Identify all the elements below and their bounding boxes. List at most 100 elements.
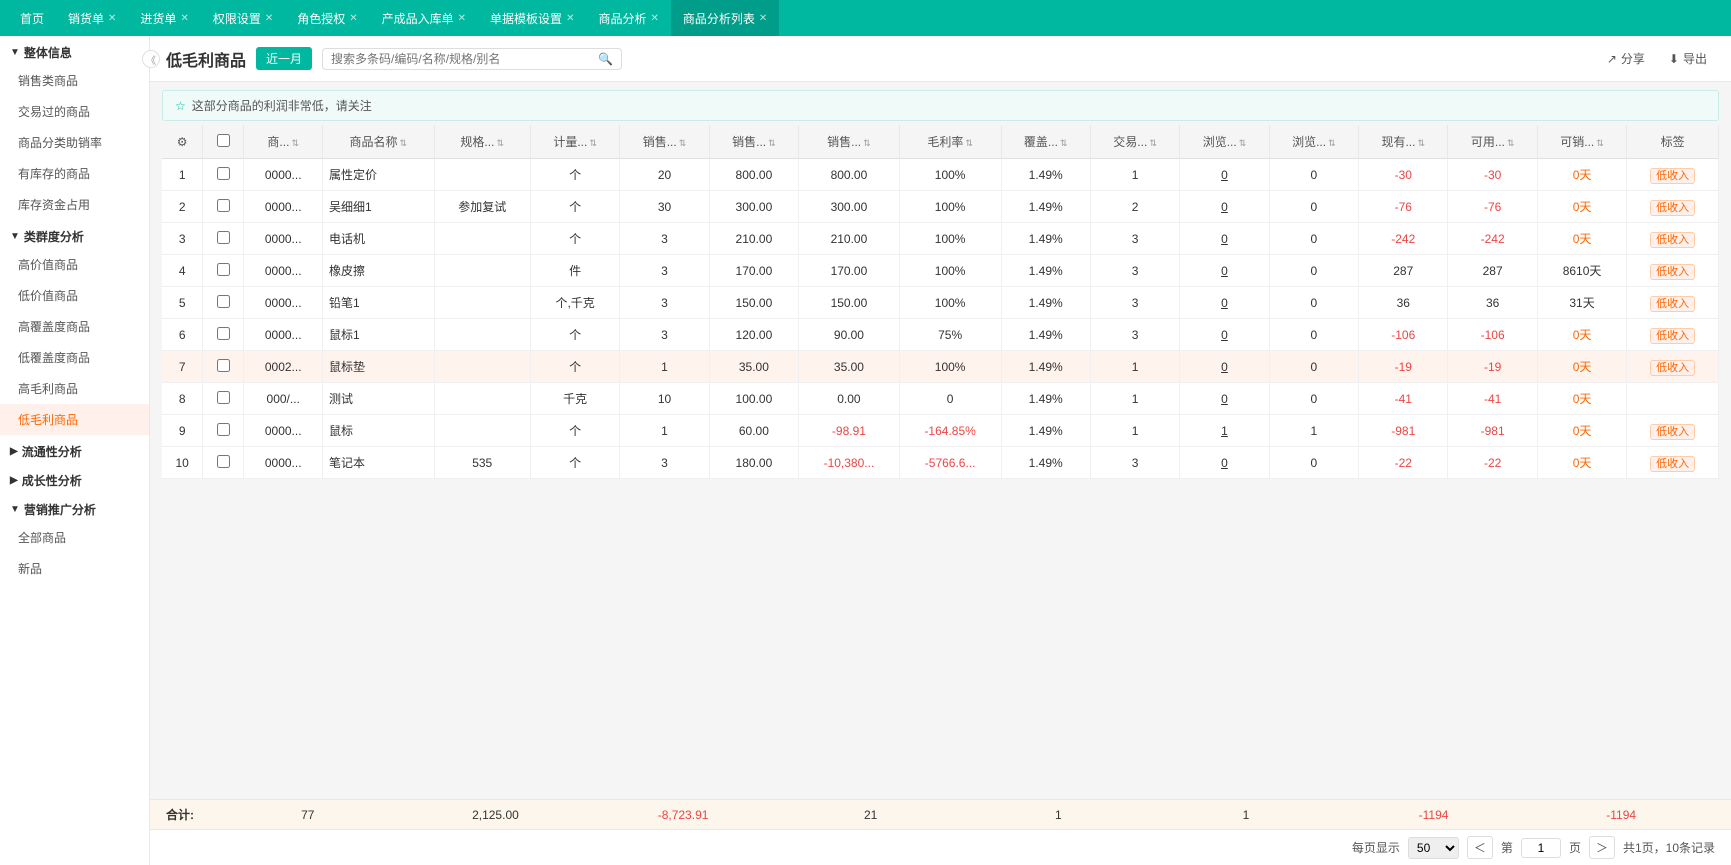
- sidebar-item-high-coverage[interactable]: 高覆盖度商品: [0, 311, 149, 342]
- search-box[interactable]: 🔍: [322, 48, 622, 70]
- view1-link[interactable]: 0: [1221, 456, 1228, 470]
- row-checkbox[interactable]: [203, 191, 244, 223]
- sidebar-item-all-goods[interactable]: 全部商品: [0, 522, 149, 553]
- col-settings[interactable]: ⚙: [162, 125, 203, 159]
- next-page-button[interactable]: ＞: [1589, 836, 1615, 859]
- sidebar-item-low-coverage[interactable]: 低覆盖度商品: [0, 342, 149, 373]
- per-page-select[interactable]: 50 20 100: [1408, 837, 1459, 859]
- table-container[interactable]: ⚙ 商...⇅ 商品名称⇅ 规格...⇅ 计量...⇅ 销售...⇅ 销售...…: [150, 125, 1731, 799]
- row-select-checkbox[interactable]: [217, 199, 230, 212]
- search-icon[interactable]: 🔍: [598, 52, 613, 66]
- row-view1[interactable]: 0: [1180, 191, 1269, 223]
- row-view1[interactable]: 0: [1180, 287, 1269, 319]
- col-view2[interactable]: 浏览...⇅: [1269, 125, 1358, 159]
- row-select-checkbox[interactable]: [217, 263, 230, 276]
- row-select-checkbox[interactable]: [217, 423, 230, 436]
- sidebar-group-growth[interactable]: ▶ 成长性分析: [0, 464, 149, 493]
- row-checkbox[interactable]: [203, 255, 244, 287]
- nav-item-roles[interactable]: 角色授权 ✕: [285, 0, 369, 36]
- nav-item-permissions[interactable]: 权限设置 ✕: [201, 0, 285, 36]
- row-select-checkbox[interactable]: [217, 295, 230, 308]
- nav-close-analysis[interactable]: ✕: [650, 13, 658, 24]
- page-input[interactable]: [1521, 838, 1561, 858]
- view1-link[interactable]: 0: [1221, 200, 1228, 214]
- col-coverage[interactable]: 覆盖...⇅: [1001, 125, 1090, 159]
- sidebar-item-high-value[interactable]: 高价值商品: [0, 249, 149, 280]
- nav-close-products[interactable]: ✕: [458, 13, 466, 24]
- view1-link[interactable]: 0: [1221, 360, 1228, 374]
- row-checkbox[interactable]: [203, 447, 244, 479]
- nav-item-purchase[interactable]: 进货单 ✕: [128, 0, 200, 36]
- row-view1[interactable]: 1: [1180, 415, 1269, 447]
- nav-item-analysis-list[interactable]: 商品分析列表 ✕: [671, 0, 779, 36]
- col-sale-qty[interactable]: 销售...⇅: [620, 125, 709, 159]
- sidebar-item-low-value[interactable]: 低价值商品: [0, 280, 149, 311]
- col-checkbox[interactable]: [203, 125, 244, 159]
- col-code[interactable]: 商...⇅: [244, 125, 323, 159]
- col-spec[interactable]: 规格...⇅: [434, 125, 530, 159]
- row-view1[interactable]: 0: [1180, 447, 1269, 479]
- nav-item-home[interactable]: 首页: [8, 0, 56, 36]
- sidebar-group-cluster[interactable]: ▼ 类群度分析: [0, 220, 149, 249]
- row-view1[interactable]: 0: [1180, 223, 1269, 255]
- sidebar-item-new-goods[interactable]: 新品: [0, 553, 149, 584]
- col-name[interactable]: 商品名称⇅: [322, 125, 434, 159]
- row-view1[interactable]: 0: [1180, 159, 1269, 191]
- col-gross-rate[interactable]: 毛利率⇅: [899, 125, 1001, 159]
- time-filter-button[interactable]: 近一月: [256, 47, 312, 70]
- nav-item-analysis[interactable]: 商品分析 ✕: [586, 0, 670, 36]
- nav-close-sales[interactable]: ✕: [108, 13, 116, 24]
- search-input[interactable]: [331, 52, 598, 66]
- row-select-checkbox[interactable]: [217, 391, 230, 404]
- share-button[interactable]: ↗ 分享: [1599, 46, 1653, 71]
- prev-page-button[interactable]: ＜: [1467, 836, 1493, 859]
- sidebar-group-marketing[interactable]: ▼ 营销推广分析: [0, 493, 149, 522]
- nav-item-templates[interactable]: 单据模板设置 ✕: [478, 0, 586, 36]
- col-sale-price[interactable]: 销售...⇅: [709, 125, 798, 159]
- row-checkbox[interactable]: [203, 159, 244, 191]
- row-checkbox[interactable]: [203, 319, 244, 351]
- sidebar-item-traded-goods[interactable]: 交易过的商品: [0, 96, 149, 127]
- sidebar-group-flow[interactable]: ▶ 流通性分析: [0, 435, 149, 464]
- row-checkbox[interactable]: [203, 415, 244, 447]
- nav-close-permissions[interactable]: ✕: [265, 13, 273, 24]
- view1-link[interactable]: 0: [1221, 328, 1228, 342]
- col-available[interactable]: 可用...⇅: [1448, 125, 1537, 159]
- sidebar-item-high-margin[interactable]: 高毛利商品: [0, 373, 149, 404]
- export-button[interactable]: ⬇ 导出: [1661, 46, 1715, 71]
- nav-close-analysis-list[interactable]: ✕: [759, 13, 767, 24]
- nav-item-sales[interactable]: 销货单 ✕: [56, 0, 128, 36]
- col-tag[interactable]: 标签: [1627, 125, 1719, 159]
- nav-close-roles[interactable]: ✕: [349, 13, 357, 24]
- col-view1[interactable]: 浏览...⇅: [1180, 125, 1269, 159]
- row-view1[interactable]: 0: [1180, 255, 1269, 287]
- col-current[interactable]: 现有...⇅: [1359, 125, 1448, 159]
- view1-link[interactable]: 0: [1221, 168, 1228, 182]
- row-select-checkbox[interactable]: [217, 327, 230, 340]
- row-select-checkbox[interactable]: [217, 167, 230, 180]
- row-view1[interactable]: 0: [1180, 319, 1269, 351]
- row-select-checkbox[interactable]: [217, 359, 230, 372]
- row-checkbox[interactable]: [203, 223, 244, 255]
- col-trade[interactable]: 交易...⇅: [1090, 125, 1179, 159]
- view1-link[interactable]: 0: [1221, 392, 1228, 406]
- nav-close-purchase[interactable]: ✕: [180, 13, 188, 24]
- view1-link[interactable]: 0: [1221, 232, 1228, 246]
- nav-item-products[interactable]: 产成品入库单 ✕: [370, 0, 478, 36]
- row-view1[interactable]: 0: [1180, 351, 1269, 383]
- sidebar-collapse-button[interactable]: 《: [142, 50, 160, 68]
- sidebar-item-stock-goods[interactable]: 有库存的商品: [0, 158, 149, 189]
- nav-close-templates[interactable]: ✕: [566, 13, 574, 24]
- col-saleable[interactable]: 可销...⇅: [1537, 125, 1626, 159]
- sidebar-group-overall[interactable]: ▼ 整体信息: [0, 36, 149, 65]
- row-checkbox[interactable]: [203, 287, 244, 319]
- view1-link[interactable]: 0: [1221, 264, 1228, 278]
- row-checkbox[interactable]: [203, 383, 244, 415]
- select-all-checkbox[interactable]: [217, 134, 230, 147]
- row-view1[interactable]: 0: [1180, 383, 1269, 415]
- view1-link[interactable]: 0: [1221, 296, 1228, 310]
- col-sale-amount[interactable]: 销售...⇅: [799, 125, 900, 159]
- row-select-checkbox[interactable]: [217, 231, 230, 244]
- row-checkbox[interactable]: [203, 351, 244, 383]
- sidebar-item-capital-use[interactable]: 库存资金占用: [0, 189, 149, 220]
